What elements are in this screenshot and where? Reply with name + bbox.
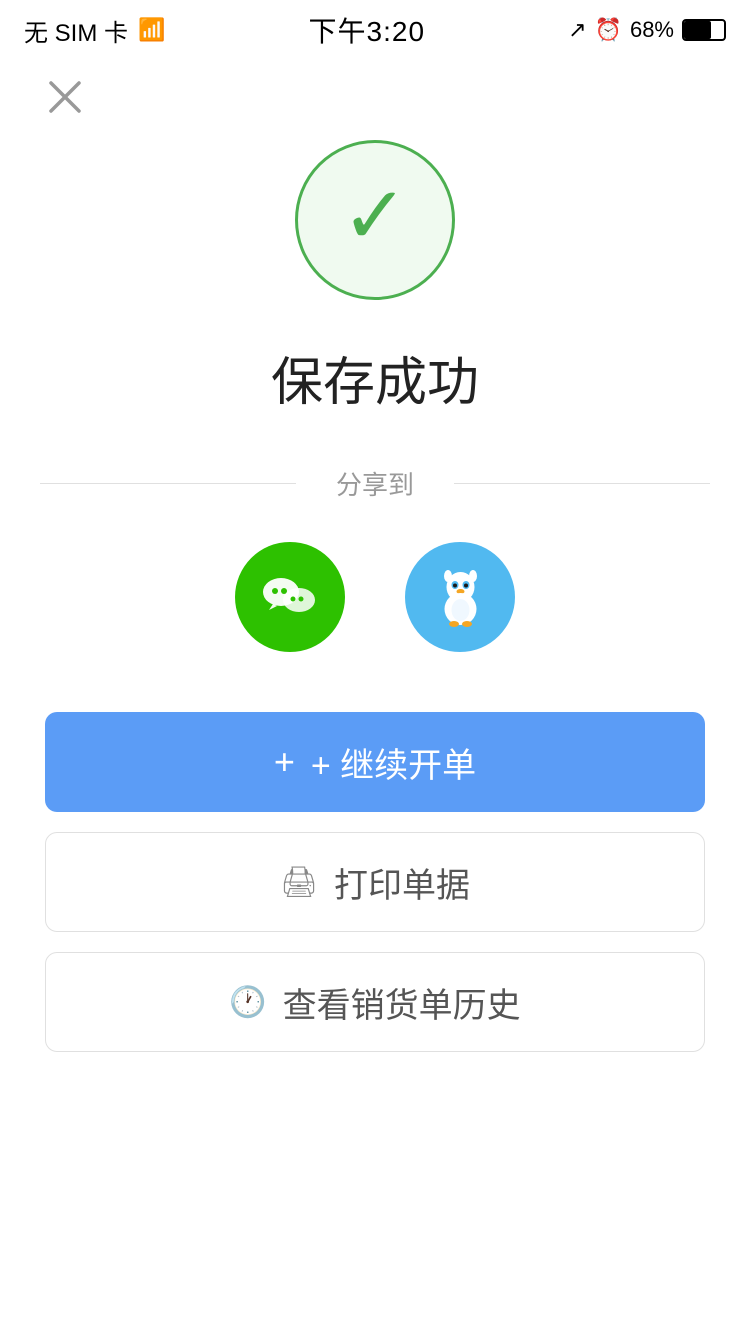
wechat-share-button[interactable] (235, 542, 345, 652)
battery-percent: 68% (630, 17, 674, 43)
status-left: 无 SIM 卡 📶 (24, 13, 165, 48)
battery-indicator (682, 19, 726, 41)
share-section: 分享到 (0, 465, 750, 502)
wifi-icon: 📶 (138, 17, 165, 43)
checkmark-icon: ✓ (341, 176, 408, 256)
status-time: 下午3:20 (309, 10, 426, 50)
close-button[interactable] (40, 72, 90, 122)
status-bar: 无 SIM 卡 📶 下午3:20 ↗ ⏰ 68% (0, 0, 750, 60)
no-sim-label: 无 SIM 卡 (24, 13, 128, 48)
wechat-icon (255, 562, 325, 632)
plus-icon: + (274, 741, 295, 783)
continue-order-button[interactable]: + + 继续开单 (45, 712, 705, 812)
close-icon (47, 79, 83, 115)
clock-icon: 🕐 (229, 985, 266, 1020)
history-label: 查看销货单历史 (283, 978, 521, 1027)
action-buttons: + + 继续开单 🖨 打印单据 🕐 查看销货单历史 (45, 712, 705, 1052)
status-right: ↗ ⏰ 68% (568, 17, 726, 43)
continue-order-label: + 继续开单 (311, 738, 476, 787)
success-circle: ✓ (295, 140, 455, 300)
share-label: 分享到 (336, 465, 414, 502)
qq-share-button[interactable] (405, 542, 515, 652)
share-icons (235, 542, 515, 652)
divider-right (454, 483, 710, 484)
location-icon: ↗ (568, 17, 586, 43)
success-title: 保存成功 (271, 340, 479, 415)
main-content: ✓ 保存成功 分享到 (0, 60, 750, 1052)
divider-left (40, 483, 296, 484)
qq-icon (428, 565, 493, 630)
history-button[interactable]: 🕐 查看销货单历史 (45, 952, 705, 1052)
print-button[interactable]: 🖨 打印单据 (45, 832, 705, 932)
alarm-icon: ⏰ (595, 17, 622, 43)
battery-fill (684, 21, 711, 39)
battery-bar (682, 19, 726, 41)
print-label: 打印单据 (334, 858, 470, 907)
printer-icon: 🖨 (280, 865, 318, 900)
